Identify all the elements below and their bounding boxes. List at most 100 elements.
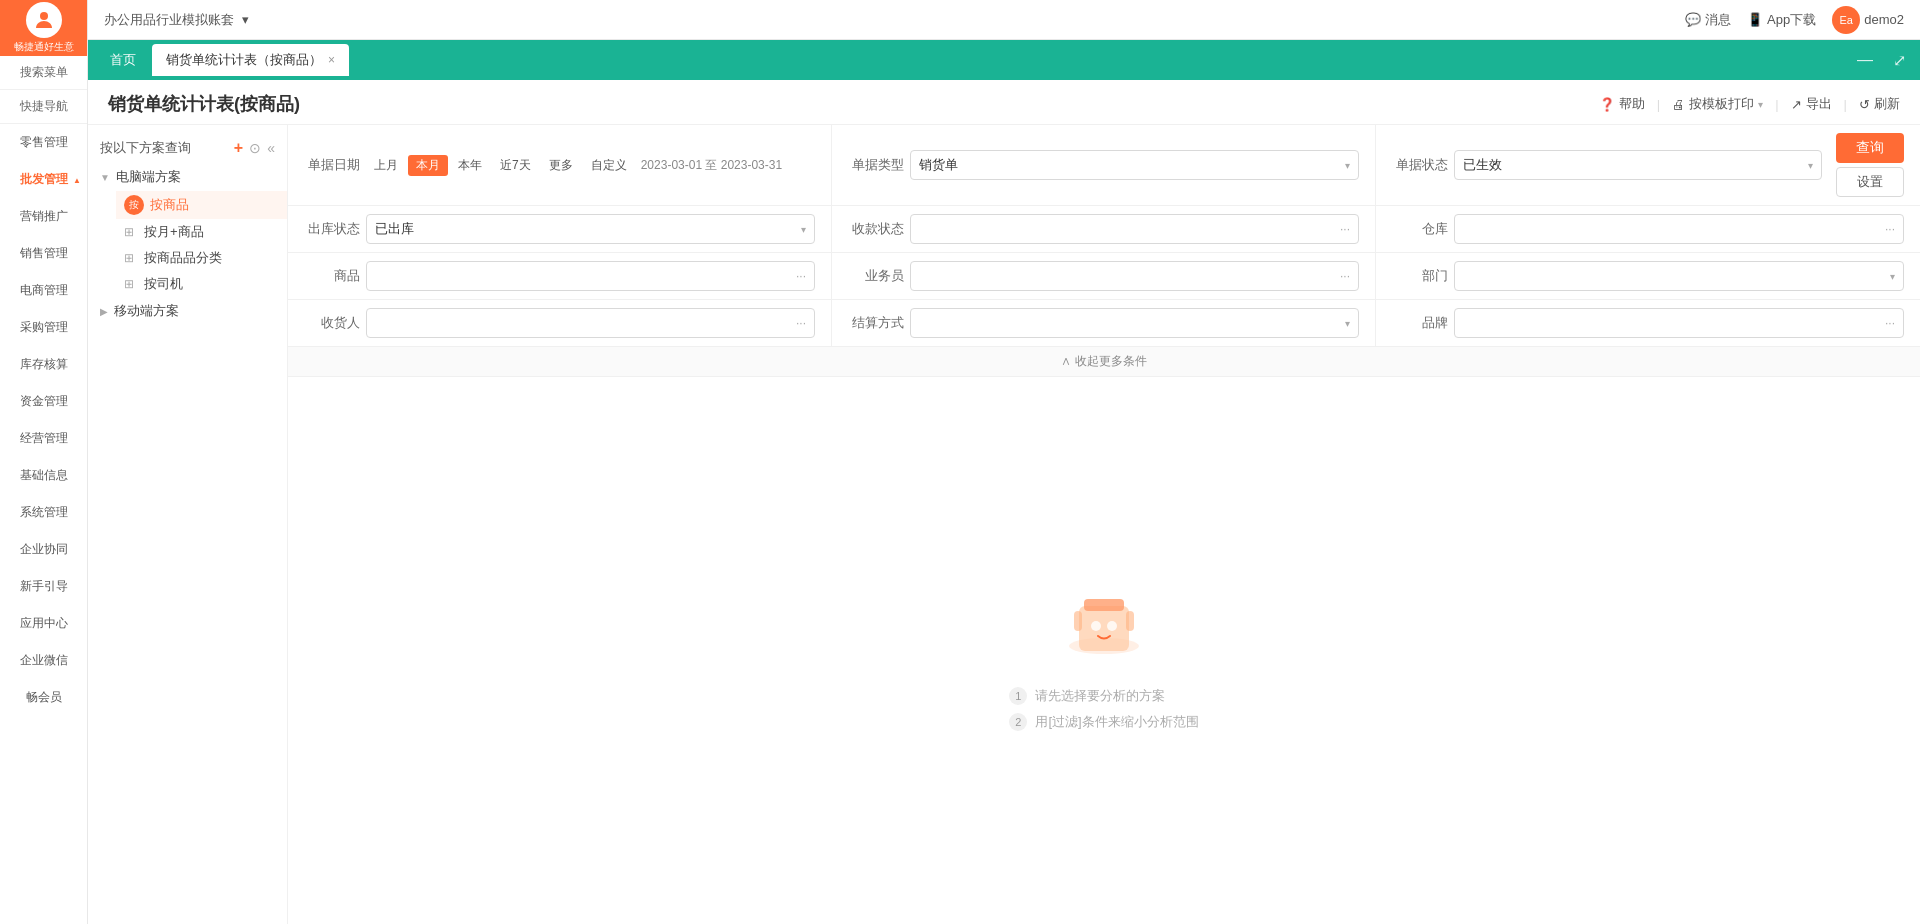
sidebar-item-finance[interactable]: 资金管理 xyxy=(0,383,87,420)
query-buttons: 查询 设置 xyxy=(1836,133,1904,197)
sidebar-item-retail[interactable]: 零售管理 xyxy=(0,124,87,161)
print-icon: 🖨 xyxy=(1672,97,1685,112)
date-label: 单据日期 xyxy=(304,156,360,174)
docstatus-select[interactable]: 已生效 ▾ xyxy=(1454,150,1822,180)
svg-point-5 xyxy=(1107,621,1117,631)
recipient-dots: ··· xyxy=(796,316,806,330)
date-btn-7days[interactable]: 近7天 xyxy=(492,155,539,176)
filter-recipient-cell: 收货人 ··· xyxy=(288,300,832,346)
tab-current-label: 销货单统计计表（按商品） xyxy=(166,51,322,69)
doctype-select[interactable]: 销货单 ▾ xyxy=(910,150,1359,180)
help-btn[interactable]: ❓ 帮助 xyxy=(1599,95,1645,113)
empty-tip-1: 1 请先选择要分析的方案 xyxy=(1009,687,1198,705)
tab-home[interactable]: 首页 xyxy=(96,44,150,76)
logo-icon xyxy=(26,2,62,38)
stockstatus-select[interactable]: 已出库 ▾ xyxy=(366,214,815,244)
header-user[interactable]: Ea demo2 xyxy=(1832,6,1904,34)
right-area: 单据日期 上月 本月 本年 近7天 更多 自定义 2023-03-01 至 20… xyxy=(288,125,1920,924)
doctype-label: 单据类型 xyxy=(848,156,904,174)
svg-point-4 xyxy=(1091,621,1101,631)
sidebar-item-wholesale[interactable]: 批发管理 xyxy=(0,161,87,198)
tree-item-by-goods[interactable]: 按 按商品 xyxy=(116,191,287,219)
tab-current[interactable]: 销货单统计计表（按商品） × xyxy=(152,44,349,76)
brand-label: 品牌 xyxy=(1392,314,1448,332)
settlement-select[interactable]: ▾ xyxy=(910,308,1359,338)
breadcrumb: 办公用品行业模拟账套 ▾ xyxy=(104,11,249,29)
solution-panel-header: 按以下方案查询 + ⊙ « xyxy=(88,133,287,163)
tree-group-mobile[interactable]: ▶ 移动端方案 xyxy=(88,297,287,325)
tree-item-month-goods[interactable]: ⊞ 按月+商品 xyxy=(116,219,287,245)
message-icon: 💬 xyxy=(1685,12,1701,27)
expand-icon-mobile: ▶ xyxy=(100,306,108,317)
warehouse-input[interactable]: ··· xyxy=(1454,214,1904,244)
tree-group-pc[interactable]: ▼ 电脑端方案 xyxy=(88,163,287,191)
date-btn-lastmonth[interactable]: 上月 xyxy=(366,155,406,176)
page-content: 销货单统计计表(按商品) ❓ 帮助 | 🖨 按模板打印 ▾ | ↗ 导出 | xyxy=(88,80,1920,924)
salesman-dots: ··· xyxy=(1340,269,1350,283)
brand-dots: ··· xyxy=(1885,316,1895,330)
goods-input[interactable]: ··· xyxy=(366,261,815,291)
date-btn-custom[interactable]: 自定义 xyxy=(583,155,635,176)
edit-solution-btn[interactable]: ⊙ xyxy=(249,140,261,156)
header-right: 💬 消息 📱 App下载 Ea demo2 xyxy=(1685,6,1904,34)
expand-icon: ▼ xyxy=(100,172,110,183)
sidebar-item-guide[interactable]: 新手引导 xyxy=(0,568,87,605)
tree-item-label-2: 按月+商品 xyxy=(144,223,204,241)
tip-2-text: 用[过滤]条件来缩小分析范围 xyxy=(1035,713,1198,731)
tab-maximize-btn[interactable]: ⤢ xyxy=(1887,49,1912,72)
print-label: 按模板打印 xyxy=(1689,95,1754,113)
export-btn[interactable]: ↗ 导出 xyxy=(1791,95,1832,113)
tab-minimize-btn[interactable]: — xyxy=(1851,49,1879,71)
settings-button[interactable]: 设置 xyxy=(1836,167,1904,197)
filter-brand-cell: 品牌 ··· xyxy=(1376,300,1920,346)
sidebar-item-wechat[interactable]: 企业微信 xyxy=(0,642,87,679)
collapse-panel-btn[interactable]: « xyxy=(267,140,275,156)
export-icon: ↗ xyxy=(1791,97,1802,112)
tree-group-mobile-label: 移动端方案 xyxy=(114,302,179,320)
sidebar-item-collab[interactable]: 企业协同 xyxy=(0,531,87,568)
sidebar: 畅捷通好生意 搜索菜单 快捷导航 零售管理 批发管理 营销推广 销售管理 电商管… xyxy=(0,0,88,924)
sidebar-item-system[interactable]: 系统管理 xyxy=(0,494,87,531)
sidebar-item-member[interactable]: 畅会员 xyxy=(0,679,87,716)
docstatus-label: 单据状态 xyxy=(1392,156,1448,174)
brand-input[interactable]: ··· xyxy=(1454,308,1904,338)
grid-icon-2: ⊞ xyxy=(124,251,134,265)
dept-select[interactable]: ▾ xyxy=(1454,261,1904,291)
paymentstatus-dots: ··· xyxy=(1340,222,1350,236)
sidebar-item-marketing[interactable]: 营销推广 xyxy=(0,198,87,235)
print-btn[interactable]: 🖨 按模板打印 ▾ xyxy=(1672,95,1763,113)
sidebar-item-basic[interactable]: 基础信息 xyxy=(0,457,87,494)
date-btn-thisyear[interactable]: 本年 xyxy=(450,155,490,176)
tree-item-label-4: 按司机 xyxy=(144,275,183,293)
sidebar-quicknav[interactable]: 快捷导航 xyxy=(0,90,87,124)
sidebar-item-purchase[interactable]: 采购管理 xyxy=(0,309,87,346)
tab-bar-right: — ⤢ xyxy=(1851,49,1912,72)
add-solution-btn[interactable]: + xyxy=(234,139,243,157)
query-button[interactable]: 查询 xyxy=(1836,133,1904,163)
download-icon: 📱 xyxy=(1747,12,1763,27)
collapse-bar[interactable]: ∧ 收起更多条件 xyxy=(288,347,1920,377)
refresh-btn[interactable]: ↺ 刷新 xyxy=(1859,95,1900,113)
sidebar-item-appcenter[interactable]: 应用中心 xyxy=(0,605,87,642)
sidebar-item-operations[interactable]: 经营管理 xyxy=(0,420,87,457)
tree-item-driver[interactable]: ⊞ 按司机 xyxy=(116,271,287,297)
top-header: 办公用品行业模拟账套 ▾ 💬 消息 📱 App下载 Ea demo2 xyxy=(88,0,1920,40)
recipient-input[interactable]: ··· xyxy=(366,308,815,338)
tree-item-category[interactable]: ⊞ 按商品品分类 xyxy=(116,245,287,271)
docstatus-arrow: ▾ xyxy=(1808,160,1813,171)
sidebar-item-inventory[interactable]: 库存核算 xyxy=(0,346,87,383)
tab-close-icon[interactable]: × xyxy=(328,53,335,67)
salesman-input[interactable]: ··· xyxy=(910,261,1359,291)
paymentstatus-input[interactable]: ··· xyxy=(910,214,1359,244)
tip-1-text: 请先选择要分析的方案 xyxy=(1035,687,1165,705)
sidebar-item-ecommerce[interactable]: 电商管理 xyxy=(0,272,87,309)
date-btn-thismonth[interactable]: 本月 xyxy=(408,155,448,176)
date-btn-more[interactable]: 更多 xyxy=(541,155,581,176)
sidebar-item-sales[interactable]: 销售管理 xyxy=(0,235,87,272)
filter-paymentstatus-cell: 收款状态 ··· xyxy=(832,206,1376,252)
header-message[interactable]: 💬 消息 xyxy=(1685,11,1731,29)
collapse-text: ∧ 收起更多条件 xyxy=(1061,353,1146,370)
header-app-download[interactable]: 📱 App下载 xyxy=(1747,11,1816,29)
sidebar-search[interactable]: 搜索菜单 xyxy=(0,56,87,90)
svg-rect-3 xyxy=(1084,599,1124,611)
